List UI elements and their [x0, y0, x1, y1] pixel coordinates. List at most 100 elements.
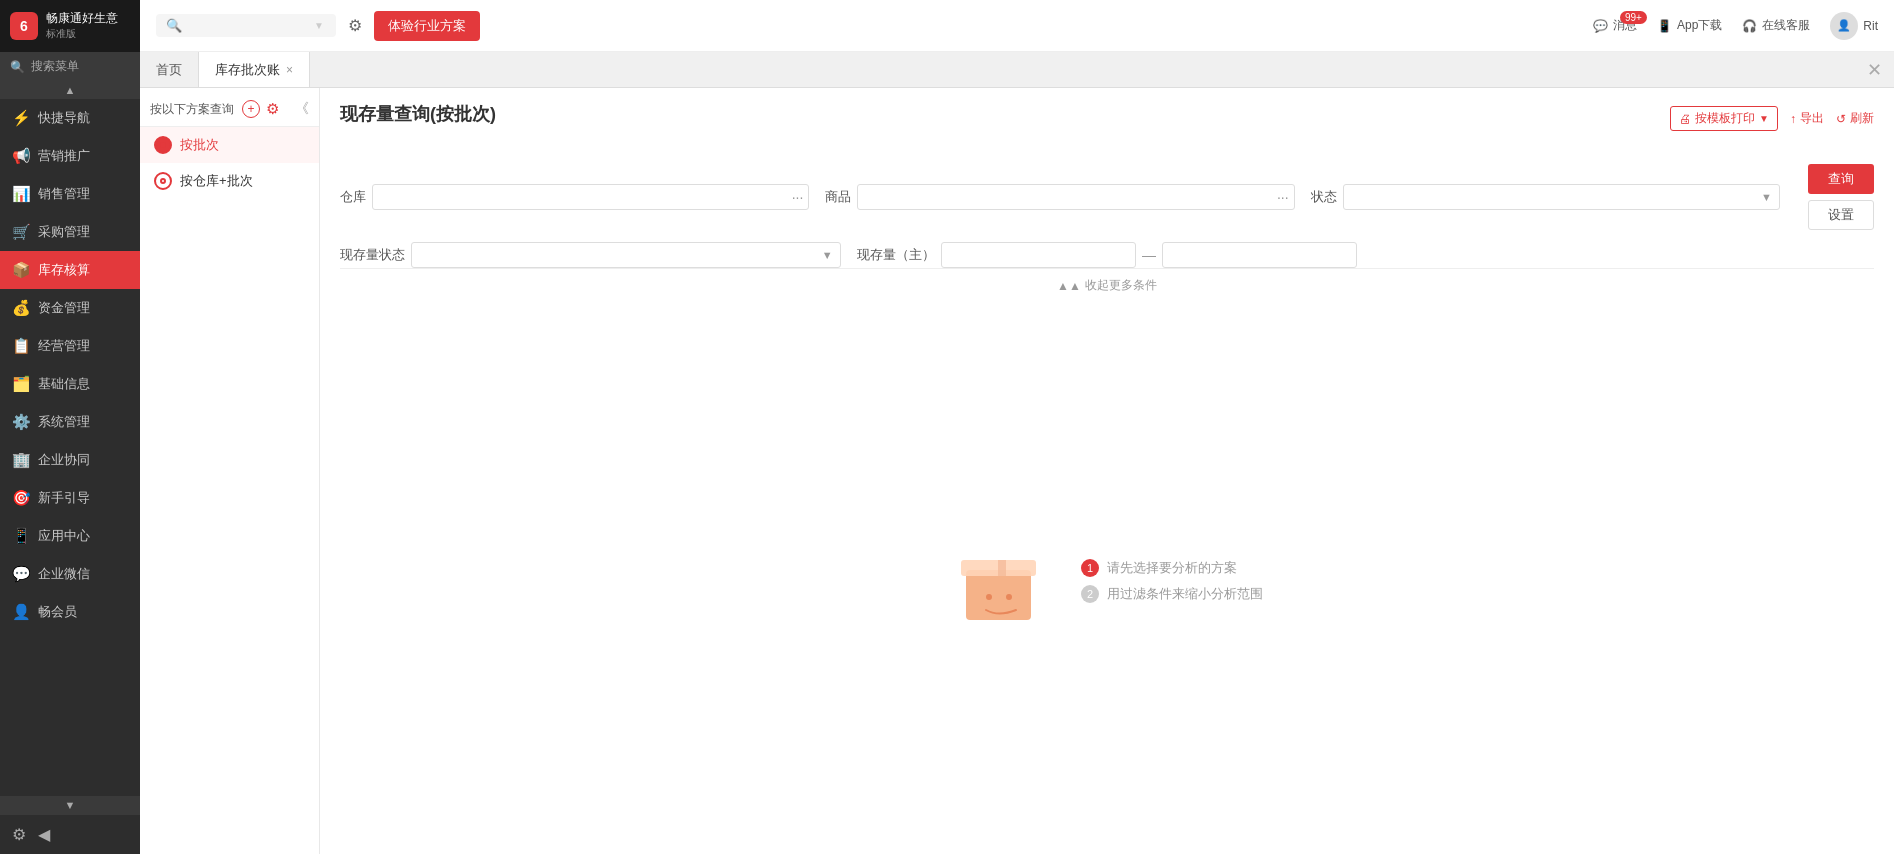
refresh-icon: ↺ — [1836, 112, 1846, 126]
experience-btn[interactable]: 体验行业方案 — [374, 11, 480, 41]
sidebar-label-enterprise: 企业协同 — [38, 451, 90, 469]
collapse-more-btn[interactable]: ▲▲ 收起更多条件 — [340, 268, 1874, 302]
collapse-icon: ▲▲ — [1057, 279, 1081, 293]
left-panel-header: 按以下方案查询 + ⚙ 《 — [140, 88, 319, 127]
phone-icon: 📱 — [1657, 19, 1672, 33]
collapse-label: 收起更多条件 — [1085, 277, 1157, 294]
tabbar-right: ✕ — [1867, 59, 1894, 81]
status-input-wrapper: ▼ — [1343, 184, 1780, 210]
add-plan-icon[interactable]: + — [242, 100, 260, 118]
sidebar-logo: 6 — [10, 12, 38, 40]
message-action[interactable]: 💬 消息 99+ — [1593, 17, 1637, 34]
message-badge: 99+ — [1620, 11, 1647, 24]
warehouse-filter: 仓库 ··· — [340, 184, 809, 210]
sidebar-scroll-up[interactable]: ▲ — [0, 81, 140, 99]
sidebar-scroll-down[interactable]: ▼ — [0, 796, 140, 814]
sidebar-item-enterprise-wechat[interactable]: 💬 企业微信 — [0, 555, 140, 593]
plan-item-by-warehouse-batch[interactable]: 按仓库+批次 — [140, 163, 319, 199]
scheme-label: 按以下方案查询 — [150, 101, 234, 118]
headset-icon: 🎧 — [1742, 19, 1757, 33]
stock-status-select[interactable] — [411, 242, 841, 268]
sidebar-item-finance[interactable]: 💰 资金管理 — [0, 289, 140, 327]
sidebar-icon-system: ⚙️ — [12, 413, 30, 431]
sidebar-company: 畅康通好生意 — [46, 11, 118, 27]
plan-label-by-warehouse-batch: 按仓库+批次 — [180, 172, 253, 190]
stock-amount-to[interactable] — [1162, 242, 1357, 268]
empty-text: 1 请先选择要分析的方案 2 用过滤条件来缩小分析范围 — [1081, 559, 1263, 611]
close-panel-btn[interactable]: ✕ — [1867, 59, 1882, 81]
sidebar-search-label: 搜索菜单 — [31, 58, 79, 75]
sidebar-icon-quick-nav: ⚡ — [12, 109, 30, 127]
collapse-sidebar-icon[interactable]: ◀ — [38, 825, 50, 844]
product-input[interactable] — [857, 184, 1294, 210]
stock-amount-label: 现存量（主） — [857, 246, 935, 264]
settings-btn[interactable]: 设置 — [1808, 200, 1874, 230]
print-btn[interactable]: 🖨 按模板打印 ▼ — [1670, 106, 1778, 131]
sidebar-label-system: 系统管理 — [38, 413, 90, 431]
empty-svg — [951, 535, 1051, 635]
export-label: 导出 — [1800, 110, 1824, 127]
sidebar-item-member[interactable]: 👤 畅会员 — [0, 593, 140, 631]
topbar-search-caret: ▼ — [314, 20, 324, 31]
status-select[interactable] — [1343, 184, 1780, 210]
sidebar-item-purchase[interactable]: 🛒 采购管理 — [0, 213, 140, 251]
stock-amount-dash: — — [1142, 247, 1156, 263]
sidebar-label-inventory: 库存核算 — [38, 261, 90, 279]
content-area: 按以下方案查询 + ⚙ 《 按批次按仓库+批次 现存量查询(按批次) 🖨 — [140, 88, 1894, 854]
settings-icon[interactable]: ⚙ — [12, 825, 26, 844]
empty-state-content: 1 请先选择要分析的方案 2 用过滤条件来缩小分析范围 — [951, 535, 1263, 635]
sidebar-label-enterprise-wechat: 企业微信 — [38, 565, 90, 583]
sidebar-label-newbie: 新手引导 — [38, 489, 90, 507]
topbar-search-box: 🔍 ▼ — [156, 14, 336, 37]
collapse-panel-icon[interactable]: 《 — [295, 100, 309, 118]
svg-point-3 — [986, 594, 992, 600]
sidebar-item-enterprise[interactable]: 🏢 企业协同 — [0, 441, 140, 479]
sidebar-label-marketing: 营销推广 — [38, 147, 90, 165]
topbar-search-input[interactable] — [188, 19, 308, 33]
sidebar-item-operations[interactable]: 📋 经营管理 — [0, 327, 140, 365]
tab-close-icon[interactable]: × — [286, 63, 293, 77]
stock-status-filter: 现存量状态 ▼ — [340, 242, 841, 268]
query-btn[interactable]: 查询 — [1808, 164, 1874, 194]
sidebar-search[interactable]: 🔍 搜索菜单 — [0, 52, 140, 81]
hint-text-1: 请先选择要分析的方案 — [1107, 559, 1237, 577]
sidebar-item-quick-nav[interactable]: ⚡ 快捷导航 — [0, 99, 140, 137]
settings-plan-icon[interactable]: ⚙ — [266, 100, 279, 118]
empty-illustration — [951, 535, 1051, 635]
app-download-action[interactable]: 📱 App下载 — [1657, 17, 1722, 34]
status-filter: 状态 ▼ — [1311, 184, 1780, 210]
filter-area: 仓库 ··· 商品 ··· 状态 — [320, 150, 1894, 316]
topbar-search-icon: 🔍 — [166, 18, 182, 33]
plan-list: 按批次按仓库+批次 — [140, 127, 319, 199]
empty-state: 1 请先选择要分析的方案 2 用过滤条件来缩小分析范围 — [320, 316, 1894, 854]
empty-hint-1-item: 1 请先选择要分析的方案 — [1081, 559, 1263, 577]
online-service-action[interactable]: 🎧 在线客服 — [1742, 17, 1810, 34]
online-service-label: 在线客服 — [1762, 17, 1810, 34]
sidebar-item-marketing[interactable]: 📢 营销推广 — [0, 137, 140, 175]
sidebar-label-app-center: 应用中心 — [38, 527, 90, 545]
tab-home[interactable]: 首页 — [140, 52, 199, 87]
sidebar-item-system[interactable]: ⚙️ 系统管理 — [0, 403, 140, 441]
avatar-placeholder: 👤 — [1837, 19, 1851, 32]
sidebar-label-purchase: 采购管理 — [38, 223, 90, 241]
user-profile-action[interactable]: 👤 Rit — [1830, 12, 1878, 40]
stock-amount-from[interactable] — [941, 242, 1136, 268]
sidebar-item-inventory[interactable]: 📦 库存核算 — [0, 251, 140, 289]
topbar: 🔍 ▼ ⚙ 体验行业方案 💬 消息 99+ 📱 App下载 🎧 在线客服 — [140, 0, 1894, 52]
product-more-btn[interactable]: ··· — [1277, 189, 1289, 205]
topbar-gear-icon[interactable]: ⚙ — [348, 16, 362, 35]
filter-row-1: 仓库 ··· 商品 ··· 状态 — [340, 164, 1874, 230]
warehouse-label: 仓库 — [340, 188, 366, 206]
warehouse-more-btn[interactable]: ··· — [792, 189, 804, 205]
sidebar-item-basics[interactable]: 🗂️ 基础信息 — [0, 365, 140, 403]
sidebar: 6 畅康通好生意 标准版 🔍 搜索菜单 ▲ ⚡ 快捷导航 📢 营销推广 📊 销售… — [0, 0, 140, 854]
export-btn[interactable]: ↑ 导出 — [1790, 110, 1824, 127]
plan-item-by-batch[interactable]: 按批次 — [140, 127, 319, 163]
sidebar-item-newbie[interactable]: 🎯 新手引导 — [0, 479, 140, 517]
sidebar-item-app-center[interactable]: 📱 应用中心 — [0, 517, 140, 555]
sidebar-item-sales[interactable]: 📊 销售管理 — [0, 175, 140, 213]
warehouse-input[interactable] — [372, 184, 809, 210]
tab-inventory-batch[interactable]: 库存批次账 × — [199, 52, 310, 87]
stock-amount-filter: 现存量（主） — — [857, 242, 1358, 268]
refresh-btn[interactable]: ↺ 刷新 — [1836, 110, 1874, 127]
